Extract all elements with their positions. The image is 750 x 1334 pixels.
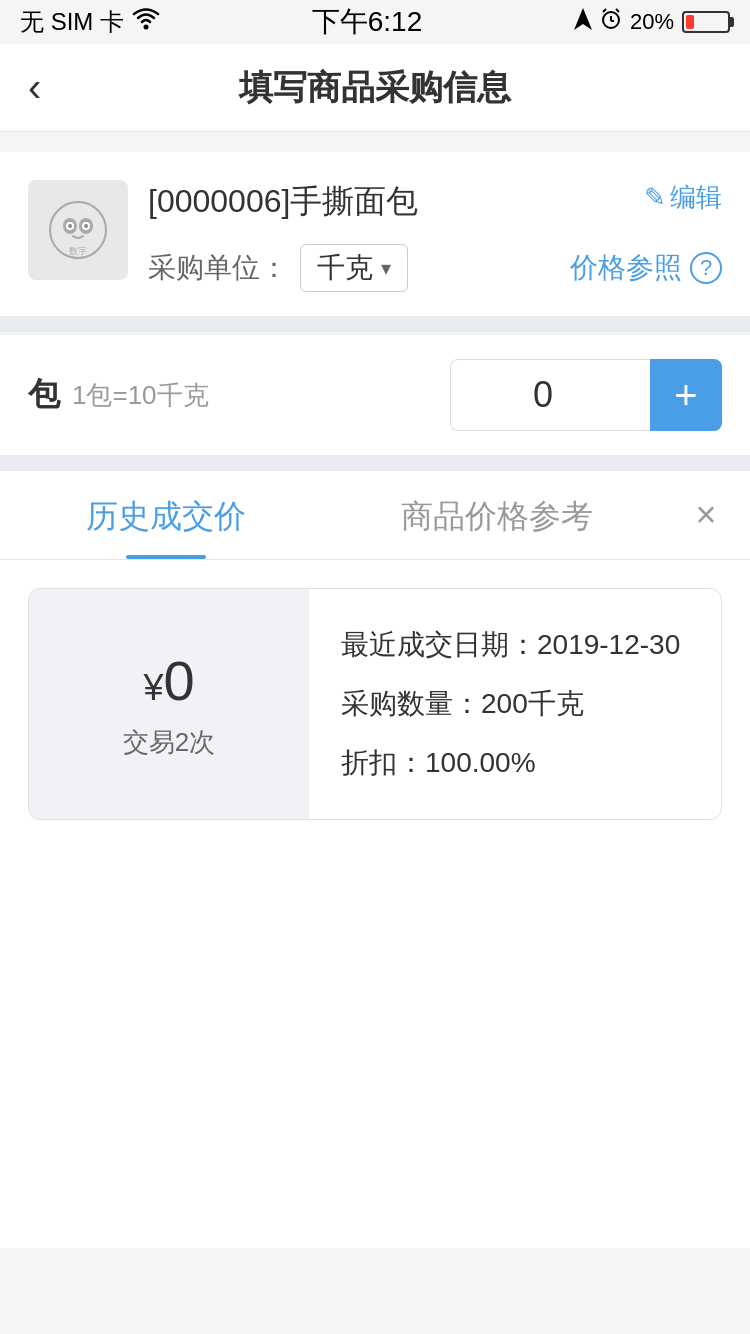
battery-fill xyxy=(686,15,694,29)
purchase-qty-row: 采购数量：200千克 xyxy=(341,684,689,723)
price-ref-question-icon: ? xyxy=(690,252,722,284)
product-info: [0000006]手撕面包 ✎ 编辑 采购单位： 千克 ▾ 价格参照 ? xyxy=(148,180,722,292)
quantity-section: 包 1包=10千克 + xyxy=(0,334,750,455)
gps-icon xyxy=(574,8,592,36)
price-value: 0 xyxy=(163,649,194,712)
product-unit-row: 采购单位： 千克 ▾ 价格参照 ? xyxy=(148,244,722,292)
price-card: ¥0 交易2次 最近成交日期：2019-12-30 采购数量：200千克 折扣：… xyxy=(28,588,722,820)
edit-label: 编辑 xyxy=(670,180,722,215)
tab-price-reference[interactable]: 商品价格参考 xyxy=(331,471,662,559)
unit-label: 采购单位： xyxy=(148,249,288,287)
status-bar: 无 SIM 卡 下午6:12 20% xyxy=(0,0,750,44)
back-button[interactable]: ‹ xyxy=(28,65,41,110)
carrier-label: 无 SIM 卡 xyxy=(20,6,124,38)
tab-history-price[interactable]: 历史成交价 xyxy=(0,471,331,559)
unit-select[interactable]: 千克 ▾ xyxy=(300,244,408,292)
svg-point-13 xyxy=(84,224,88,228)
empty-space xyxy=(0,848,750,1248)
quantity-input-row: + xyxy=(450,359,722,431)
tab-close-button[interactable]: × xyxy=(662,471,750,559)
alarm-icon xyxy=(600,8,622,36)
purchase-qty-label: 采购数量： xyxy=(341,688,481,719)
price-reference-button[interactable]: 价格参照 ? xyxy=(570,249,722,287)
svg-point-12 xyxy=(68,224,72,228)
edit-button[interactable]: ✎ 编辑 xyxy=(644,180,722,215)
price-amount: ¥0 xyxy=(143,648,194,713)
unit-value: 千克 xyxy=(317,249,373,287)
recent-date-value: 2019-12-30 xyxy=(537,629,680,660)
recent-date-row: 最近成交日期：2019-12-30 xyxy=(341,625,689,664)
product-header: [0000006]手撕面包 ✎ 编辑 xyxy=(148,180,722,224)
battery-percent: 20% xyxy=(630,9,674,35)
wifi-icon xyxy=(132,8,160,36)
price-transactions: 交易2次 xyxy=(123,725,215,760)
price-summary: ¥0 交易2次 xyxy=(29,589,309,819)
discount-label: 折扣： xyxy=(341,747,425,778)
page-title: 填写商品采购信息 xyxy=(239,65,511,111)
currency-symbol: ¥ xyxy=(143,667,163,708)
purchase-qty-value: 200千克 xyxy=(481,688,584,719)
quantity-label: 包 1包=10千克 xyxy=(28,373,209,417)
tab-bar: 历史成交价 商品价格参考 × xyxy=(0,471,750,560)
quantity-unit: 包 xyxy=(28,373,60,417)
quantity-input[interactable] xyxy=(450,359,650,431)
svg-line-6 xyxy=(616,9,619,12)
product-name: [0000006]手撕面包 xyxy=(148,180,624,224)
price-ref-label: 价格参照 xyxy=(570,249,682,287)
status-bar-right: 20% xyxy=(574,8,730,36)
discount-row: 折扣：100.00% xyxy=(341,743,689,782)
product-card: 数字 [0000006]手撕面包 ✎ 编辑 采购单位： 千克 ▾ 价格参照 ? xyxy=(0,152,750,316)
section-divider-1 xyxy=(0,316,750,332)
svg-line-5 xyxy=(603,9,606,12)
product-thumbnail: 数字 xyxy=(28,180,128,280)
price-details: 最近成交日期：2019-12-30 采购数量：200千克 折扣：100.00% xyxy=(309,589,721,819)
quantity-conversion: 1包=10千克 xyxy=(72,378,209,413)
svg-point-0 xyxy=(144,25,149,30)
discount-value: 100.00% xyxy=(425,747,536,778)
nav-bar: ‹ 填写商品采购信息 xyxy=(0,44,750,132)
quantity-plus-button[interactable]: + xyxy=(650,359,722,431)
status-bar-time: 下午6:12 xyxy=(312,3,423,41)
unit-dropdown-arrow: ▾ xyxy=(381,256,391,280)
edit-icon: ✎ xyxy=(644,182,666,213)
svg-text:数字: 数字 xyxy=(69,246,87,256)
battery-icon xyxy=(682,11,730,33)
svg-marker-1 xyxy=(574,8,592,30)
price-card-container: ¥0 交易2次 最近成交日期：2019-12-30 采购数量：200千克 折扣：… xyxy=(0,560,750,848)
recent-date-label: 最近成交日期： xyxy=(341,629,537,660)
product-owl-logo: 数字 xyxy=(48,200,108,260)
section-divider-2 xyxy=(0,455,750,471)
status-bar-left: 无 SIM 卡 xyxy=(20,6,160,38)
